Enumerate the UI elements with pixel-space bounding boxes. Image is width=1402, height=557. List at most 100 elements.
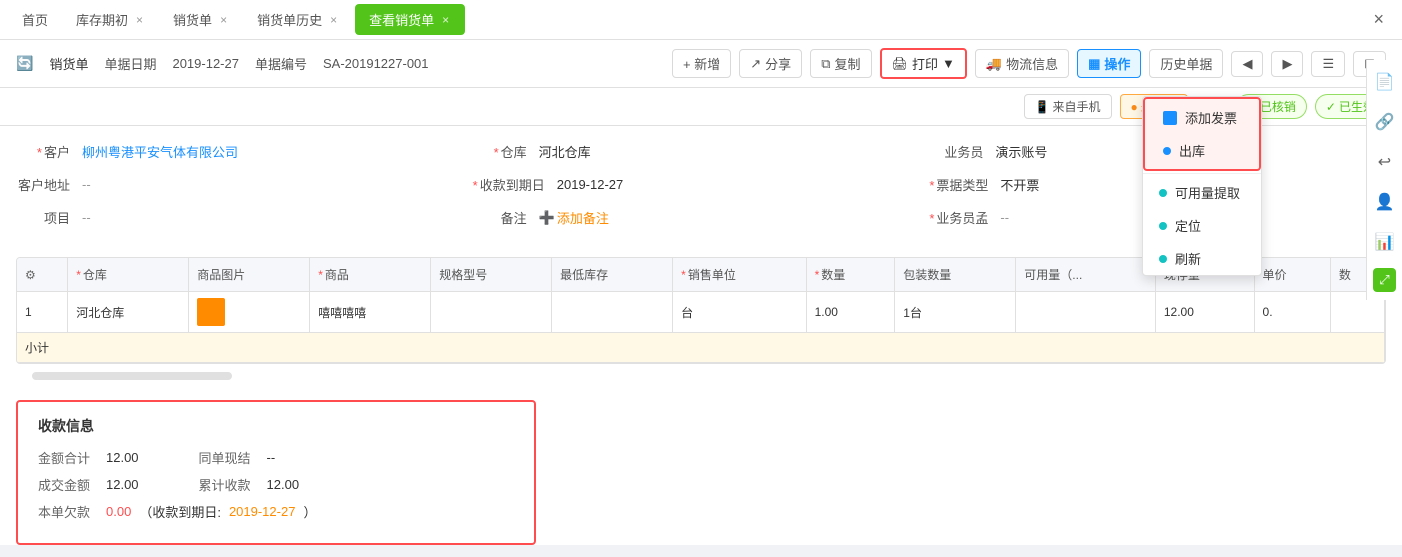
total-label: 金额合计 — [38, 448, 98, 467]
cell-product: 嘻嘻嘻嘻 — [310, 292, 431, 333]
effective-icon: ✓ — [1326, 100, 1336, 114]
operation-button[interactable]: ▦ 操作 — [1077, 49, 1141, 78]
sidebar-chart-icon[interactable]: 📊 — [1371, 228, 1399, 256]
prev-button[interactable]: ◀ — [1231, 51, 1263, 77]
operation-icon: ▦ — [1088, 56, 1100, 72]
deal-value: 12.00 — [106, 477, 139, 492]
list-view-button[interactable]: ☰ — [1311, 51, 1345, 77]
note-label: 备注 — [473, 208, 533, 227]
logistics-button[interactable]: 🚚 物流信息 — [975, 49, 1069, 78]
project-value: -- — [82, 210, 91, 225]
share-icon: ↗ — [750, 56, 761, 72]
new-button[interactable]: + 新增 — [672, 49, 731, 78]
same-order-value: -- — [267, 450, 276, 465]
doc-no-label: 单据编号 — [255, 54, 307, 73]
sidebar-doc-icon[interactable]: 📄 — [1371, 68, 1399, 96]
tab-sales-history[interactable]: 销货单历史 × — [245, 4, 351, 35]
due-date: 2019-12-27 — [229, 504, 296, 519]
dropdown-item-invoice[interactable]: 添加发票 — [1147, 101, 1257, 134]
sidebar-undo-icon[interactable]: ↩ — [1374, 148, 1395, 176]
current-due-value: 0.00 — [106, 504, 131, 519]
col-qty: 数量 — [806, 258, 895, 292]
dropdown-divider-1 — [1143, 173, 1261, 174]
payment-current-due: 本单欠款 0.00 （收款到期日: 2019-12-27 ） — [38, 502, 316, 521]
col-gear: ⚙ — [17, 258, 68, 292]
tab-inventory-close[interactable]: × — [134, 13, 145, 27]
ticket-type-label: 票据类型 — [929, 175, 994, 194]
tab-view-sales-close[interactable]: × — [440, 13, 451, 27]
refresh-icon — [1159, 255, 1167, 263]
cell-qty: 1.00 — [806, 292, 895, 333]
tab-view-sales-label: 查看销货单 — [369, 10, 434, 29]
cell-no: 1 — [17, 292, 68, 333]
tab-sales[interactable]: 销货单 × — [161, 4, 241, 35]
salesperson-label: 业务员 — [929, 142, 989, 161]
main-toolbar: 🔄 销货单 单据日期 2019-12-27 单据编号 SA-20191227-0… — [0, 40, 1402, 88]
add-note-button[interactable]: ➕ 添加备注 — [539, 208, 609, 227]
doc-title: 销货单 — [49, 54, 88, 73]
col-price: 单价 — [1254, 258, 1330, 292]
col-available: 可用量（... — [1016, 258, 1156, 292]
doc-no-value: SA-20191227-001 — [323, 56, 429, 71]
address-label: 客户地址 — [16, 175, 76, 194]
subtotal-cell: 小计 — [17, 333, 1385, 363]
print-icon: 🖨 — [892, 56, 909, 72]
print-button[interactable]: 🖨 打印 ▼ — [880, 48, 967, 79]
cell-available — [1016, 292, 1156, 333]
scroll-area — [0, 364, 1402, 388]
window-close-button[interactable]: × — [1365, 9, 1392, 30]
payment-cumulative: 累计收款 12.00 — [199, 475, 300, 494]
tab-sales-history-close[interactable]: × — [328, 13, 339, 27]
col-img: 商品图片 — [189, 258, 310, 292]
scrollbar[interactable] — [32, 372, 232, 380]
payment-row-1: 金额合计 12.00 同单现结 -- — [38, 448, 514, 467]
plus-icon: ➕ — [539, 210, 555, 226]
due-date-field: 收款到期日 2019-12-27 — [473, 175, 930, 194]
due-date-label: 收款到期日 — [473, 175, 551, 194]
tab-sales-close[interactable]: × — [218, 13, 229, 27]
sidebar-user-icon[interactable]: 👤 — [1371, 188, 1399, 216]
due-note-end: ） — [303, 502, 316, 521]
payment-total: 金额合计 12.00 — [38, 448, 139, 467]
gear-icon[interactable]: ⚙ — [25, 268, 36, 282]
address-value: -- — [82, 177, 91, 192]
customer-label: 客户 — [16, 142, 76, 161]
cell-spec — [431, 292, 552, 333]
doc-date-value: 2019-12-27 — [172, 56, 239, 71]
cell-stock: 12.00 — [1155, 292, 1254, 333]
copy-button[interactable]: ⧉ 复制 — [810, 49, 871, 78]
customer-field: 客户 柳州粤港平安气体有限公司 — [16, 142, 473, 161]
ticket-icon: ● — [1131, 100, 1138, 114]
col-spec: 规格型号 — [431, 258, 552, 292]
share-button[interactable]: ↗ 分享 — [739, 49, 802, 78]
dropdown-item-locate[interactable]: 定位 — [1143, 209, 1261, 242]
tab-inventory[interactable]: 库存期初 × — [64, 4, 157, 35]
right-sidebar: 📄 🔗 ↩ 👤 📊 ⤢ — [1366, 60, 1402, 300]
tab-view-sales[interactable]: 查看销货单 × — [355, 4, 465, 35]
note-field: 备注 ➕ 添加备注 — [473, 208, 930, 227]
address-field: 客户地址 -- — [16, 175, 473, 194]
next-button[interactable]: ▶ — [1271, 51, 1303, 77]
dropdown-item-refresh[interactable]: 刷新 — [1143, 242, 1261, 275]
deal-label: 成交金额 — [38, 475, 98, 494]
invoice-icon — [1163, 111, 1177, 125]
sidebar-expand-icon[interactable]: ⤢ — [1373, 268, 1395, 292]
same-order-label: 同单现结 — [199, 448, 259, 467]
tab-home[interactable]: 首页 — [10, 4, 60, 35]
dropdown-item-available[interactable]: 可用量提取 — [1143, 176, 1261, 209]
salesperson2-value: -- — [1000, 210, 1009, 225]
from-phone-button[interactable]: 📱 来自手机 — [1024, 94, 1112, 119]
payment-title: 收款信息 — [38, 416, 514, 436]
tab-bar: 首页 库存期初 × 销货单 × 销货单历史 × 查看销货单 × × — [0, 0, 1402, 40]
total-value: 12.00 — [106, 450, 139, 465]
project-label: 项目 — [16, 208, 76, 227]
sidebar-link-icon[interactable]: 🔗 — [1371, 108, 1399, 136]
history-button[interactable]: 历史单据 — [1149, 49, 1223, 78]
payment-same-order: 同单现结 -- — [199, 448, 276, 467]
phone-icon: 📱 — [1035, 100, 1050, 114]
dropdown-item-outbound[interactable]: 出库 — [1147, 134, 1257, 167]
cell-min-stock — [552, 292, 673, 333]
customer-value[interactable]: 柳州粤港平安气体有限公司 — [82, 142, 238, 161]
cell-pkg-qty: 1台 — [895, 292, 1016, 333]
doc-icon: 🔄 — [16, 55, 33, 72]
